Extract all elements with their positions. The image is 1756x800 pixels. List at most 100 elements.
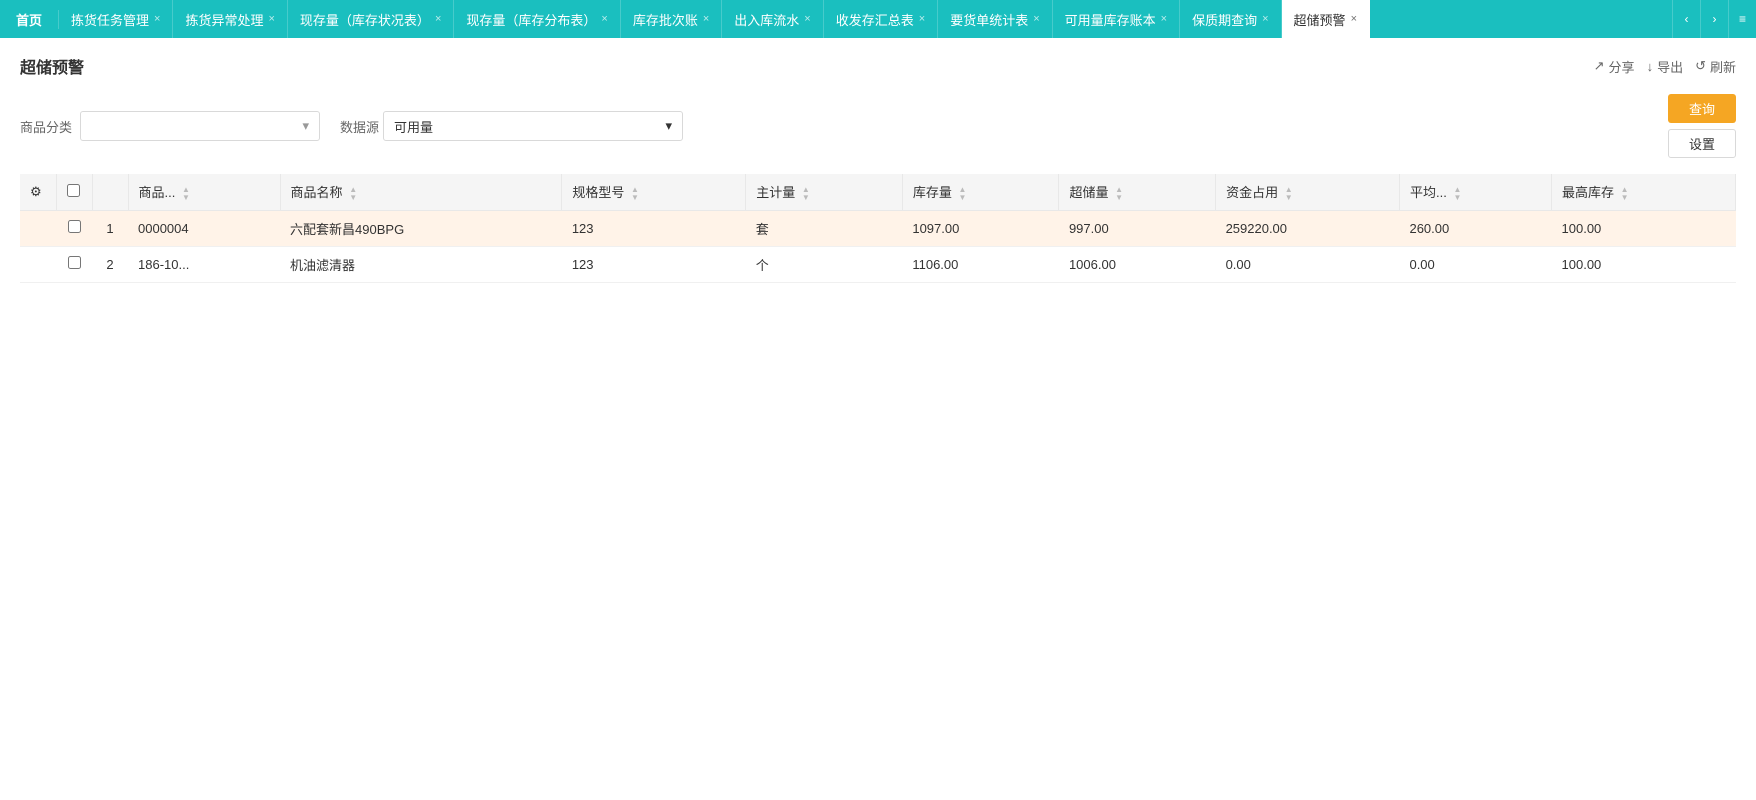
- select-all-checkbox[interactable]: [67, 184, 80, 197]
- tab-close-icon[interactable]: ×: [804, 13, 810, 25]
- category-label: 商品分类: [20, 117, 72, 136]
- tab-label: 拣货任务管理: [71, 10, 149, 29]
- tab-xian-cun-liang-kuang[interactable]: 现存量（库存状况表） ×: [288, 0, 454, 38]
- nav-arrow-left[interactable]: ‹: [1672, 0, 1700, 38]
- col-over-header[interactable]: 超储量 ▲ ▼: [1059, 174, 1216, 210]
- row-checkbox-cell[interactable]: [56, 246, 92, 282]
- row-max-stock-cell: 100.00: [1552, 210, 1736, 246]
- table-body: 1 0000004 六配套新昌490BPG 123 套 1097.00 997.…: [20, 210, 1736, 282]
- tab-jian-huo-yi-chang[interactable]: 拣货异常处理 ×: [173, 0, 287, 38]
- category-chevron-icon: ▾: [302, 118, 309, 134]
- home-tab[interactable]: 首页: [0, 10, 59, 29]
- sort-spec-icon: ▲ ▼: [631, 186, 639, 202]
- tab-label: 要货单统计表: [950, 10, 1028, 29]
- col-avg-header[interactable]: 平均... ▲ ▼: [1399, 174, 1551, 210]
- refresh-label: 刷新: [1710, 57, 1736, 76]
- sort-max-stock-icon: ▲ ▼: [1621, 186, 1629, 202]
- refresh-button[interactable]: ↺ 刷新: [1695, 57, 1736, 76]
- sort-over-icon: ▲ ▼: [1115, 186, 1123, 202]
- tab-label: 现存量（库存状况表）: [300, 10, 430, 29]
- row-checkbox[interactable]: [68, 220, 81, 233]
- tab-xian-cun-liang-fen[interactable]: 现存量（库存分布表） ×: [454, 0, 620, 38]
- col-spec-header[interactable]: 规格型号 ▲ ▼: [562, 174, 746, 210]
- datasource-select-value: 可用量: [394, 117, 433, 136]
- col-settings-header[interactable]: ⚙: [20, 174, 56, 210]
- row-settings-cell: [20, 246, 56, 282]
- category-select[interactable]: ▾: [80, 111, 320, 141]
- row-spec-cell: 123: [562, 246, 746, 282]
- settings-button[interactable]: 设置: [1668, 129, 1736, 158]
- col-capital-header[interactable]: 资金占用 ▲ ▼: [1216, 174, 1400, 210]
- nav-arrow-right[interactable]: ›: [1700, 0, 1728, 38]
- tab-chu-ru-ku-liu-shui[interactable]: 出入库流水 ×: [722, 0, 823, 38]
- topbar: 首页 拣货任务管理 × 拣货异常处理 × 现存量（库存状况表） × 现存量（库存…: [0, 0, 1756, 38]
- col-product-code-header[interactable]: 商品... ▲ ▼: [128, 174, 280, 210]
- share-label: 分享: [1609, 57, 1635, 76]
- row-product-code-cell: 0000004: [128, 210, 280, 246]
- tab-label: 库存批次账: [633, 10, 698, 29]
- row-max-stock-cell: 100.00: [1552, 246, 1736, 282]
- sort-unit-icon: ▲ ▼: [802, 186, 810, 202]
- row-over-cell: 1006.00: [1059, 246, 1216, 282]
- page-content: 超储预警 ↗ 分享 ↓ 导出 ↺ 刷新 商品分类 ▾ 数据源: [0, 38, 1756, 800]
- row-unit-cell: 套: [746, 210, 903, 246]
- tab-close-icon[interactable]: ×: [1161, 13, 1167, 25]
- filter-row: 商品分类 ▾ 数据源 可用量 ▾ 查询 设置: [20, 94, 1736, 158]
- datasource-select[interactable]: 可用量 ▾: [383, 111, 683, 141]
- tab-jian-huo-ren-wu[interactable]: 拣货任务管理 ×: [59, 0, 173, 38]
- col-avg-label: 平均...: [1410, 185, 1447, 200]
- export-icon: ↓: [1647, 59, 1654, 74]
- tab-shou-fa-cun[interactable]: 收发存汇总表 ×: [824, 0, 938, 38]
- row-product-code-cell: 186-10...: [128, 246, 280, 282]
- sort-product-name-icon: ▲ ▼: [349, 186, 357, 202]
- row-product-name-cell: 机油滤清器: [280, 246, 562, 282]
- row-product-name-cell: 六配套新昌490BPG: [280, 210, 562, 246]
- refresh-icon: ↺: [1695, 58, 1706, 74]
- col-checkbox-header[interactable]: [56, 174, 92, 210]
- export-button[interactable]: ↓ 导出: [1647, 57, 1684, 76]
- row-stock-cell: 1106.00: [902, 246, 1059, 282]
- row-checkbox-cell[interactable]: [56, 210, 92, 246]
- table-row: 1 0000004 六配套新昌490BPG 123 套 1097.00 997.…: [20, 210, 1736, 246]
- page-title: 超储预警: [20, 54, 84, 78]
- col-product-name-header[interactable]: 商品名称 ▲ ▼: [280, 174, 562, 210]
- tab-close-icon[interactable]: ×: [1033, 13, 1039, 25]
- col-unit-label: 主计量: [756, 185, 795, 200]
- data-table: ⚙ 商品... ▲ ▼ 商品名称 ▲ ▼: [20, 174, 1736, 283]
- tab-close-icon[interactable]: ×: [919, 13, 925, 25]
- col-stock-header[interactable]: 库存量 ▲ ▼: [902, 174, 1059, 210]
- col-product-name-label: 商品名称: [291, 185, 343, 200]
- tab-close-icon[interactable]: ×: [601, 13, 607, 25]
- tab-label: 收发存汇总表: [836, 10, 914, 29]
- tab-chao-chu-yu-jing[interactable]: 超储预警 ×: [1282, 0, 1370, 38]
- tab-close-icon[interactable]: ×: [154, 13, 160, 25]
- tab-close-icon[interactable]: ×: [703, 13, 709, 25]
- tab-close-icon[interactable]: ×: [1262, 13, 1268, 25]
- tab-label: 出入库流水: [734, 10, 799, 29]
- row-over-cell: 997.00: [1059, 210, 1216, 246]
- row-capital-cell: 0.00: [1216, 246, 1400, 282]
- tab-close-icon[interactable]: ×: [435, 13, 441, 25]
- row-avg-cell: 260.00: [1399, 210, 1551, 246]
- tab-yao-huo-dan[interactable]: 要货单统计表 ×: [938, 0, 1052, 38]
- col-max-stock-label: 最高库存: [1562, 185, 1614, 200]
- tab-label: 可用量库存账本: [1065, 10, 1156, 29]
- tab-close-icon[interactable]: ×: [268, 13, 274, 25]
- row-capital-cell: 259220.00: [1216, 210, 1400, 246]
- share-button[interactable]: ↗ 分享: [1594, 57, 1635, 76]
- query-button[interactable]: 查询: [1668, 94, 1736, 123]
- tab-ke-yong-liang[interactable]: 可用量库存账本 ×: [1053, 0, 1180, 38]
- tab-bao-zhi-qi[interactable]: 保质期查询 ×: [1180, 0, 1281, 38]
- tab-label: 现存量（库存分布表）: [466, 10, 596, 29]
- col-stock-label: 库存量: [913, 185, 952, 200]
- category-filter: 商品分类 ▾: [20, 111, 320, 141]
- row-spec-cell: 123: [562, 210, 746, 246]
- sort-stock-icon: ▲ ▼: [958, 186, 966, 202]
- datasource-chevron-icon: ▾: [666, 118, 673, 134]
- tab-close-icon[interactable]: ×: [1351, 13, 1357, 25]
- tab-ku-cun-pi-ci[interactable]: 库存批次账 ×: [621, 0, 722, 38]
- col-unit-header[interactable]: 主计量 ▲ ▼: [746, 174, 903, 210]
- nav-arrow-more[interactable]: ≡: [1728, 0, 1756, 38]
- col-max-stock-header[interactable]: 最高库存 ▲ ▼: [1552, 174, 1736, 210]
- row-checkbox[interactable]: [68, 256, 81, 269]
